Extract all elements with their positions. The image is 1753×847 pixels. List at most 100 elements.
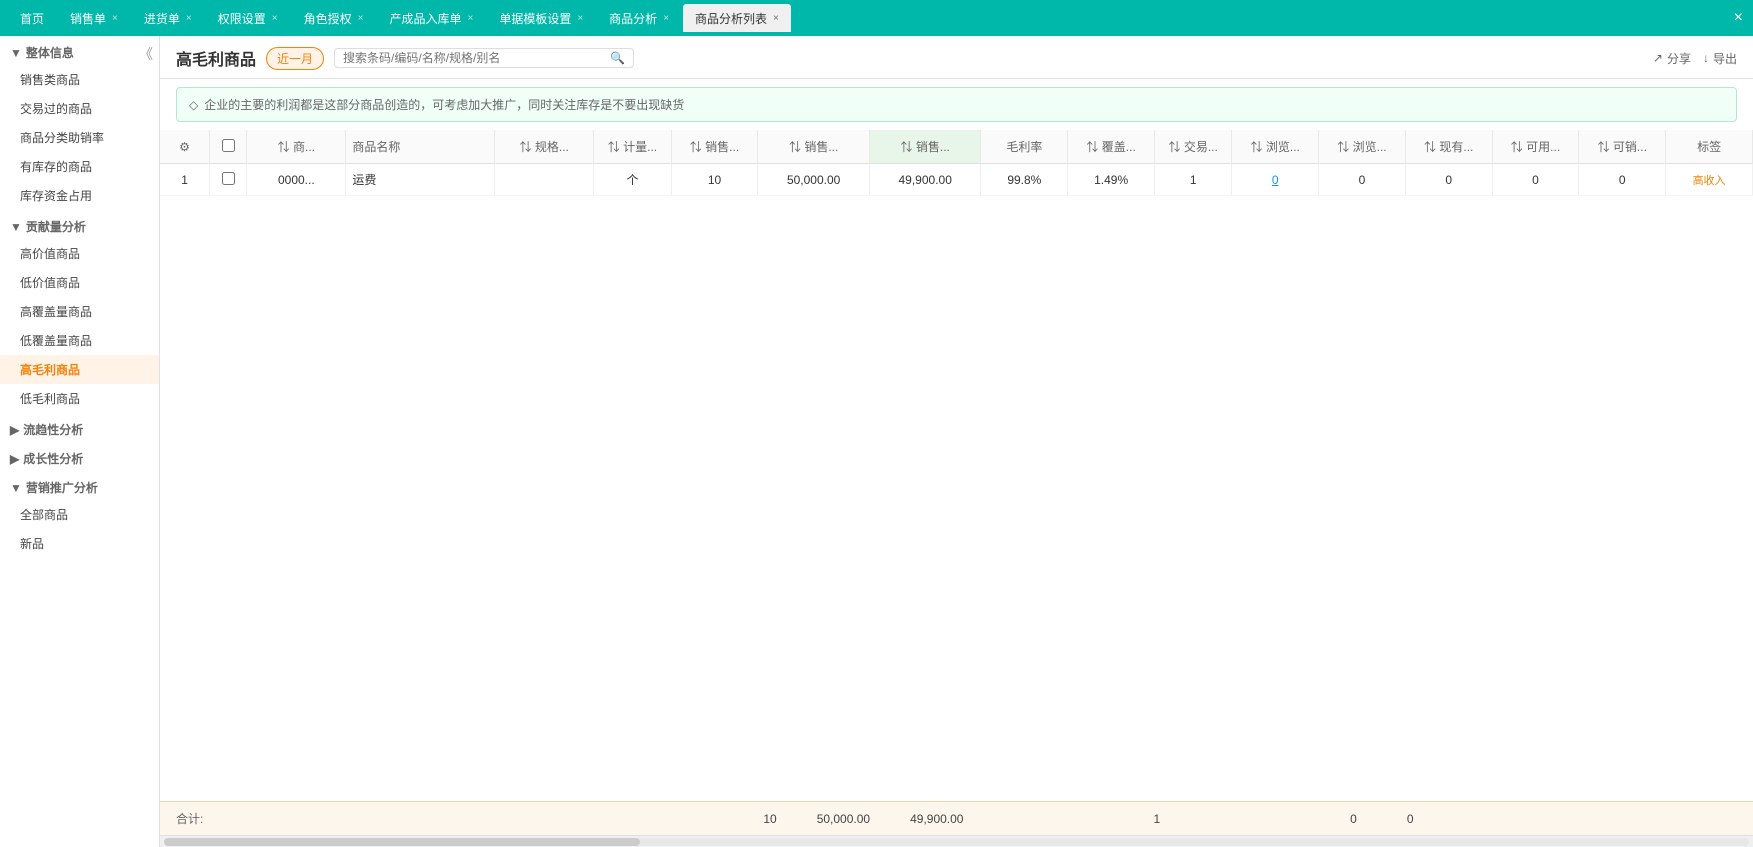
sidebar-group-growth[interactable]: ▶ 成长性分析 [0,442,159,471]
nav-tab-sales-label: 销售单 [70,10,106,27]
table-row: 1 0000... 运费 个 10 50,000.00 49,900.00 99… [160,164,1753,196]
footer-label: 合计: [176,810,203,827]
col-header-stock1[interactable]: ⇅ 现有... [1405,130,1492,164]
sidebar-group-trend[interactable]: ▶ 流趋性分析 [0,413,159,442]
nav-tab-permissions[interactable]: 权限设置 × [206,4,290,32]
nav-tab-product-storage[interactable]: 产成品入库单 × [377,4,485,32]
sidebar-item-low-margin[interactable]: 低毛利商品 [0,384,159,413]
col-name-label: 商品名称 [352,140,400,154]
close-all-tabs-button[interactable]: × [1734,9,1743,27]
sidebar-item-low-cover[interactable]: 低覆盖量商品 [0,326,159,355]
nav-tab-roles[interactable]: 角色授权 × [292,4,376,32]
col-stock1-sort-icon: ⇅ [1424,140,1436,154]
nav-tab-analysis-list-close[interactable]: × [773,13,779,24]
sidebar: 《 ▼ 整体信息 销售类商品 交易过的商品 商品分类助销率 有库存的商品 库存资… [0,36,160,847]
nav-tab-analysis-label: 商品分析 [609,10,657,27]
filter-recent-month-button[interactable]: 近一月 [266,47,324,70]
select-all-checkbox[interactable] [222,139,235,152]
col-gross-rate-label: 毛利率 [1006,140,1042,154]
col-cover-sort-icon: ⇅ [1086,140,1098,154]
sidebar-item-high-cover[interactable]: 高覆盖量商品 [0,297,159,326]
sidebar-item-high-value[interactable]: 高价值商品 [0,239,159,268]
col-header-browse1[interactable]: ⇅ 浏览... [1232,130,1319,164]
nav-tab-product-storage-label: 产成品入库单 [389,10,461,27]
browse1-link[interactable]: 0 [1272,173,1279,187]
nav-tab-home[interactable]: 首页 [8,4,56,32]
row-checkbox[interactable] [222,172,235,185]
col-header-checkbox[interactable] [210,130,247,164]
cell-code: 0000... [247,164,346,196]
col-header-sales-cost[interactable]: ⇅ 销售... [869,130,981,164]
nav-tab-analysis-close[interactable]: × [663,13,669,24]
search-box[interactable]: 🔍 [334,48,634,68]
nav-tab-purchase-label: 进货单 [144,10,180,27]
col-header-name[interactable]: 商品名称 [346,130,495,164]
sidebar-group-contribution[interactable]: ▼ 贡献量分析 [0,210,159,239]
cell-name: 运费 [346,164,495,196]
sidebar-group-marketing[interactable]: ▼ 营销推广分析 [0,471,159,500]
sidebar-item-traded-goods[interactable]: 交易过的商品 [0,94,159,123]
col-header-sales-qty[interactable]: ⇅ 销售... [671,130,758,164]
cell-gross-rate: 99.8% [981,164,1068,196]
col-header-stock2[interactable]: ⇅ 可用... [1492,130,1579,164]
export-button[interactable]: ↓ 导出 [1703,50,1737,67]
sidebar-item-high-margin[interactable]: 高毛利商品 [0,355,159,384]
cell-check[interactable] [210,164,247,196]
cell-cover: 1.49% [1068,164,1155,196]
top-navigation: 首页 销售单 × 进货单 × 权限设置 × 角色授权 × 产成品入库单 × 单据… [0,0,1753,36]
cell-stock2: 0 [1492,164,1579,196]
sidebar-collapse-button[interactable]: 《 [139,44,153,64]
col-code-sort-icon: ⇅ [278,140,290,154]
col-sales-cost-sort-icon: ⇅ [901,140,913,154]
cell-sellable: 0 [1579,164,1666,196]
sidebar-item-all-goods[interactable]: 全部商品 [0,500,159,529]
search-icon[interactable]: 🔍 [610,51,625,65]
sidebar-item-sales-goods[interactable]: 销售类商品 [0,65,159,94]
col-header-gross-rate[interactable]: 毛利率 [981,130,1068,164]
search-input[interactable] [343,51,606,65]
header-actions: ↗ 分享 ↓ 导出 [1653,50,1737,67]
cell-seq: 1 [160,164,210,196]
nav-tab-analysis-list[interactable]: 商品分析列表 × [683,4,791,32]
col-header-unit[interactable]: ⇅ 计量... [594,130,671,164]
footer-sales-cost: 49,900.00 [910,812,963,826]
nav-tab-template[interactable]: 单据模板设置 × [487,4,595,32]
col-header-settings[interactable]: ⚙ [160,130,210,164]
col-header-tag[interactable]: 标签 [1666,130,1753,164]
horizontal-scrollbar[interactable] [160,835,1753,847]
nav-tab-analysis-list-label: 商品分析列表 [695,10,767,27]
cell-browse1[interactable]: 0 [1232,164,1319,196]
col-header-trade[interactable]: ⇅ 交易... [1155,130,1232,164]
info-icon: ◇ [189,98,198,112]
nav-tab-sales-close[interactable]: × [112,13,118,24]
col-header-browse2[interactable]: ⇅ 浏览... [1319,130,1406,164]
nav-tab-product-storage-close[interactable]: × [467,13,473,24]
col-trade-label: 交易... [1184,140,1218,154]
nav-tab-permissions-close[interactable]: × [272,13,278,24]
share-button[interactable]: ↗ 分享 [1653,50,1691,67]
nav-tab-permissions-label: 权限设置 [218,10,266,27]
sidebar-item-stock-fund[interactable]: 库存资金占用 [0,181,159,210]
sidebar-item-category-assist[interactable]: 商品分类助销率 [0,123,159,152]
nav-tab-template-close[interactable]: × [577,13,583,24]
col-header-cover[interactable]: ⇅ 覆盖... [1068,130,1155,164]
nav-tab-roles-label: 角色授权 [304,10,352,27]
col-header-spec[interactable]: ⇅ 规格... [495,130,594,164]
sidebar-item-new-goods[interactable]: 新品 [0,529,159,558]
nav-tab-analysis[interactable]: 商品分析 × [597,4,681,32]
col-header-code[interactable]: ⇅ 商... [247,130,346,164]
nav-tab-purchase[interactable]: 进货单 × [132,4,204,32]
content-area: 高毛利商品 近一月 🔍 ↗ 分享 ↓ 导出 ◇ 企业的主要的利润都是这部分商品创… [160,36,1753,847]
sidebar-item-low-value[interactable]: 低价值商品 [0,268,159,297]
scrollbar-thumb[interactable] [164,838,640,846]
sidebar-group-growth-arrow: ▶ [10,452,19,466]
nav-tab-purchase-close[interactable]: × [186,13,192,24]
col-header-sellable[interactable]: ⇅ 可销... [1579,130,1666,164]
col-sellable-sort-icon: ⇅ [1598,140,1610,154]
sidebar-group-marketing-label: 营销推广分析 [26,479,98,496]
col-header-sales-amt[interactable]: ⇅ 销售... [758,130,870,164]
sidebar-group-general[interactable]: ▼ 整体信息 [0,36,159,65]
nav-tab-sales[interactable]: 销售单 × [58,4,130,32]
sidebar-item-stock-goods[interactable]: 有库存的商品 [0,152,159,181]
nav-tab-roles-close[interactable]: × [358,13,364,24]
